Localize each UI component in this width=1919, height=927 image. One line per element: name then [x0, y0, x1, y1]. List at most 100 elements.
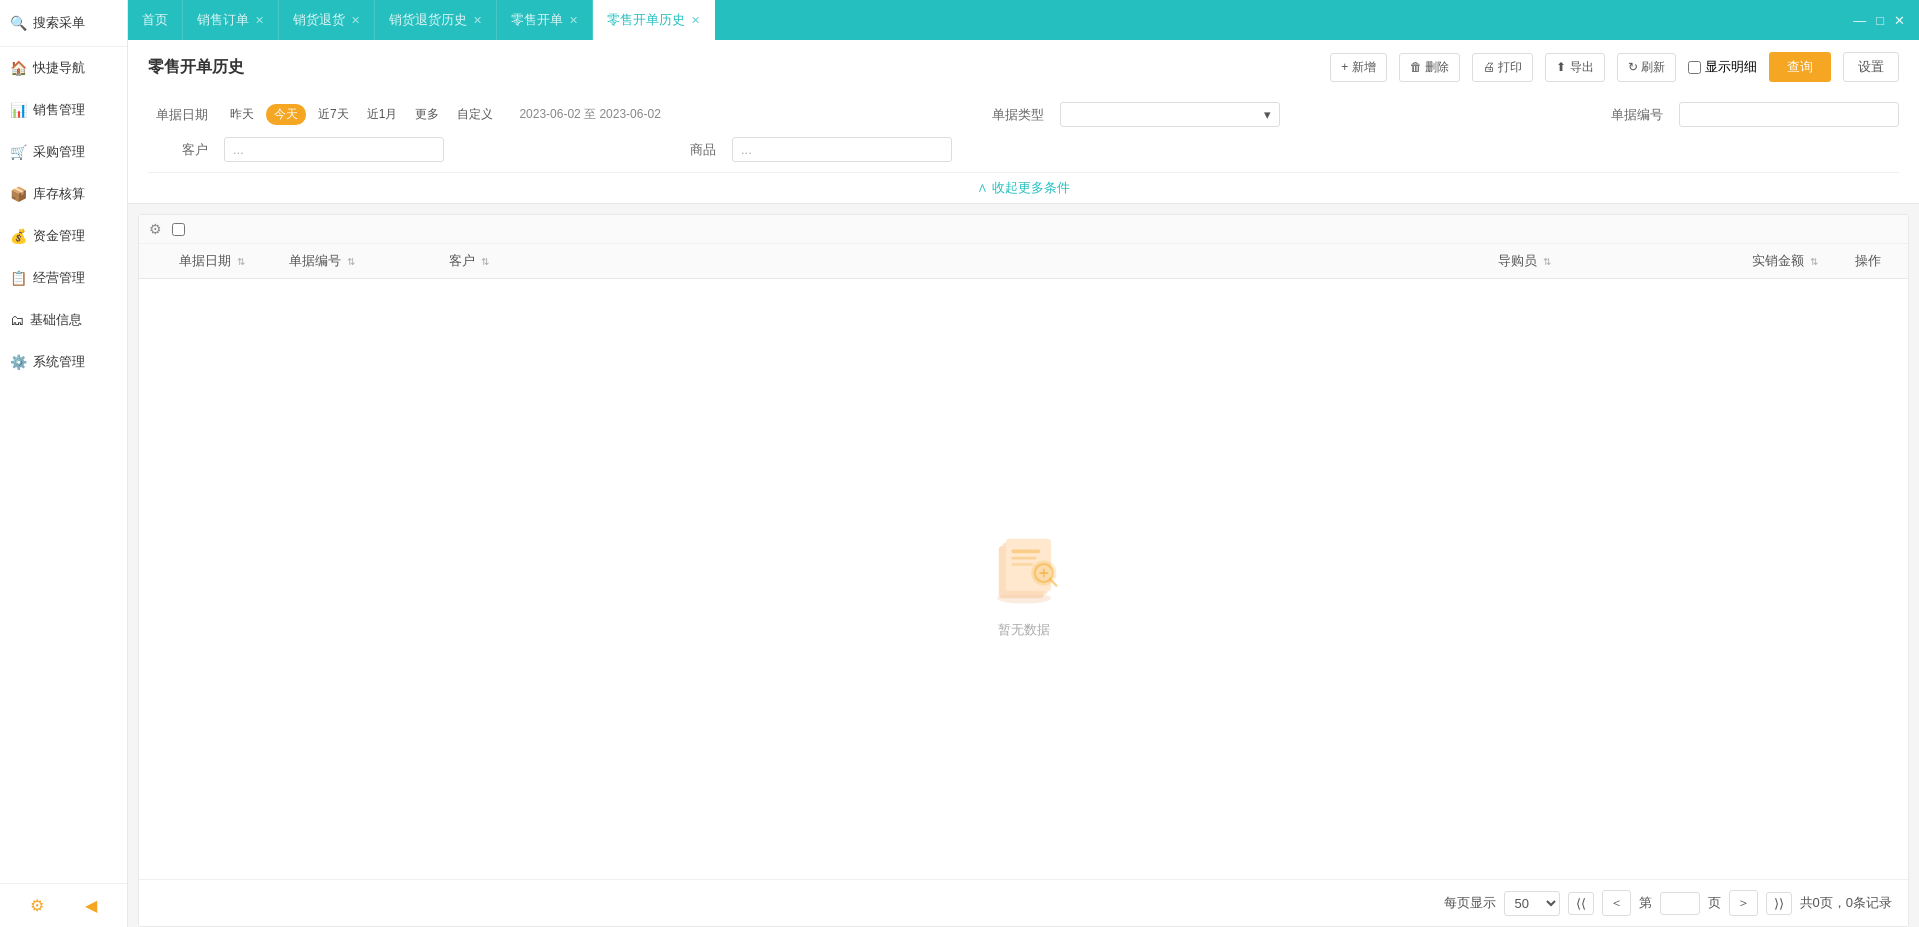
nav-icon-purchase-mgmt: 🛒 — [10, 144, 27, 160]
date-shortcut-更多[interactable]: 更多 — [409, 104, 445, 125]
nav-icon-base: 🗂 — [10, 312, 24, 328]
prev-page-button[interactable]: ＜ — [1602, 890, 1631, 916]
page-word: 第 — [1639, 894, 1652, 912]
sidebar-item-ops[interactable]: 📋经营管理 — [0, 257, 127, 299]
setting-button[interactable]: 设置 — [1843, 52, 1899, 82]
th-amount[interactable]: 实销金额 ⇅ — [1728, 244, 1828, 279]
tab-bar: 首页销售订单✕销货退货✕销货退货历史✕零售开单✕零售开单历史✕ — □ ✕ — [128, 0, 1919, 40]
main-area: 首页销售订单✕销货退货✕销货退货历史✕零售开单✕零售开单历史✕ — □ ✕ 零售… — [128, 0, 1919, 927]
date-shortcut-近1月[interactable]: 近1月 — [361, 104, 404, 125]
sidebar: 🔍 搜索采单 🏠快捷导航📊销售管理 🛒 采购管理 📦库存核算💰资金管理📋经营管理🗂基础… — [0, 0, 128, 927]
th-action: 操作 — [1828, 244, 1908, 279]
tab-close-retail-open-history[interactable]: ✕ — [691, 14, 700, 27]
tab-label-home: 首页 — [142, 11, 168, 29]
toolbar: + 新增 🗑 删除 🖨 打印 ⬆ 导出 ↻ 刷新 显示明细 查询 设置 — [1330, 52, 1899, 82]
tab-close-retail-open[interactable]: ✕ — [569, 14, 578, 27]
filter-area: 单据日期 昨天今天近7天近1月更多自定义 2023-06-02 至 2023-0… — [148, 92, 1899, 203]
th-guide[interactable]: 导购员 ⇅ — [1488, 244, 1588, 279]
num-label: 单据编号 — [1603, 106, 1663, 124]
nav-icon-system: ⚙️ — [10, 354, 27, 370]
sidebar-search[interactable]: 🔍 搜索采单 — [0, 0, 127, 47]
th-client-sort[interactable]: ⇅ — [481, 256, 489, 267]
content-area: 零售开单历史 + 新增 🗑 删除 🖨 打印 ⬆ 导出 ↻ 刷新 显示明细 查询 … — [128, 40, 1919, 927]
nav-label-quick-nav: 快捷导航 — [33, 59, 85, 77]
tab-retail-open[interactable]: 零售开单✕ — [497, 0, 593, 40]
date-shortcut-自定义[interactable]: 自定义 — [451, 104, 499, 125]
th-num[interactable]: 单据编号 ⇅ — [279, 244, 439, 279]
table-settings-icon[interactable]: ⚙ — [149, 221, 162, 237]
sidebar-item-finance[interactable]: 💰资金管理 — [0, 215, 127, 257]
tab-sales-return-history[interactable]: 销货退货历史✕ — [375, 0, 497, 40]
tab-home[interactable]: 首页 — [128, 0, 183, 40]
page-title: 零售开单历史 — [148, 57, 244, 78]
filter-row-2: 客户 ... 商品 ... — [148, 137, 1899, 162]
th-checkbox — [139, 244, 169, 279]
empty-illustration — [979, 519, 1069, 609]
th-num-sort[interactable]: ⇅ — [347, 256, 355, 267]
tab-sales-order[interactable]: 销售订单✕ — [183, 0, 279, 40]
close-button[interactable]: ✕ — [1894, 13, 1905, 28]
date-shortcut-近7天[interactable]: 近7天 — [312, 104, 355, 125]
page-input[interactable]: 1 — [1660, 892, 1700, 915]
nav-label-system: 系统管理 — [33, 353, 85, 371]
sidebar-footer: ⚙ ◀ — [0, 883, 127, 927]
tab-sales-return[interactable]: 销货退货✕ — [279, 0, 375, 40]
th-guide-sort[interactable]: ⇅ — [1543, 256, 1551, 267]
collapse-sidebar-icon[interactable]: ◀ — [85, 896, 97, 915]
data-table: 单据日期 ⇅ 单据编号 ⇅ 客户 ⇅ 导购员 ⇅ — [139, 244, 1908, 279]
export-button[interactable]: ⬆ 导出 — [1545, 53, 1604, 82]
collapse-button[interactable]: ∧ 收起更多条件 — [148, 172, 1899, 203]
th-guide-label: 导购员 — [1498, 253, 1537, 268]
new-button[interactable]: + 新增 — [1330, 53, 1386, 82]
page-size-select[interactable]: 50 10 20 100 — [1504, 891, 1560, 916]
nav-icon-finance: 💰 — [10, 228, 27, 244]
th-date-sort[interactable]: ⇅ — [237, 256, 245, 267]
sidebar-item-system[interactable]: ⚙️ 系统管理 — [0, 341, 127, 383]
table-container: ⚙ 单据日期 ⇅ 单据编号 ⇅ — [138, 214, 1909, 927]
delete-button[interactable]: 🗑 删除 — [1399, 53, 1460, 82]
print-button[interactable]: 🖨 打印 — [1472, 53, 1533, 82]
th-num-label: 单据编号 — [289, 253, 341, 268]
display-detail-checkbox[interactable] — [1688, 61, 1701, 74]
type-select[interactable]: ▾ — [1060, 102, 1280, 127]
sidebar-item-purchase-mgmt[interactable]: 🛒 采购管理 — [0, 131, 127, 173]
sidebar-item-quick-nav[interactable]: 🏠快捷导航 — [0, 47, 127, 89]
num-input[interactable] — [1679, 102, 1899, 127]
display-detail-text: 显示明细 — [1705, 58, 1757, 76]
sidebar-item-sales-mgmt[interactable]: 📊销售管理 — [0, 89, 127, 131]
tab-close-sales-return[interactable]: ✕ — [351, 14, 360, 27]
table-header-row: 单据日期 ⇅ 单据编号 ⇅ 客户 ⇅ 导购员 ⇅ — [139, 244, 1908, 279]
th-client-label: 客户 — [449, 253, 475, 268]
date-label: 单据日期 — [148, 106, 208, 124]
nav-label-purchase-mgmt: 采购管理 — [33, 143, 85, 161]
first-page-button[interactable]: ⟨⟨ — [1568, 892, 1594, 915]
goods-input[interactable]: ... — [732, 137, 952, 162]
date-shortcut-今天[interactable]: 今天 — [266, 104, 306, 125]
last-page-button[interactable]: ⟩⟩ — [1766, 892, 1792, 915]
display-detail-label[interactable]: 显示明细 — [1688, 58, 1757, 76]
minimize-button[interactable]: — — [1853, 13, 1866, 28]
date-shortcut-昨天[interactable]: 昨天 — [224, 104, 260, 125]
nav-icon-ops: 📋 — [10, 270, 27, 286]
sidebar-item-base[interactable]: 🗂基础信息 — [0, 299, 127, 341]
nav-icon-sales-mgmt: 📊 — [10, 102, 27, 118]
date-shortcuts: 昨天今天近7天近1月更多自定义 — [224, 104, 499, 125]
next-page-button[interactable]: ＞ — [1729, 890, 1758, 916]
sidebar-item-inventory[interactable]: 📦库存核算 — [0, 173, 127, 215]
query-button[interactable]: 查询 — [1769, 52, 1831, 82]
svg-rect-5 — [1011, 557, 1036, 560]
type-dropdown-icon: ▾ — [1264, 107, 1271, 122]
tab-retail-open-history[interactable]: 零售开单历史✕ — [593, 0, 715, 40]
settings-icon[interactable]: ⚙ — [30, 896, 44, 915]
refresh-button[interactable]: ↻ 刷新 — [1617, 53, 1676, 82]
th-date[interactable]: 单据日期 ⇅ — [169, 244, 279, 279]
client-dots: ... — [233, 142, 244, 157]
maximize-button[interactable]: □ — [1876, 13, 1884, 28]
tab-close-sales-order[interactable]: ✕ — [255, 14, 264, 27]
th-client[interactable]: 客户 ⇅ — [439, 244, 1488, 279]
th-amount-sort[interactable]: ⇅ — [1810, 256, 1818, 267]
collapse-label: ∧ 收起更多条件 — [977, 179, 1070, 197]
tab-close-sales-return-history[interactable]: ✕ — [473, 14, 482, 27]
client-input[interactable]: ... — [224, 137, 444, 162]
select-all-checkbox[interactable] — [172, 223, 185, 236]
